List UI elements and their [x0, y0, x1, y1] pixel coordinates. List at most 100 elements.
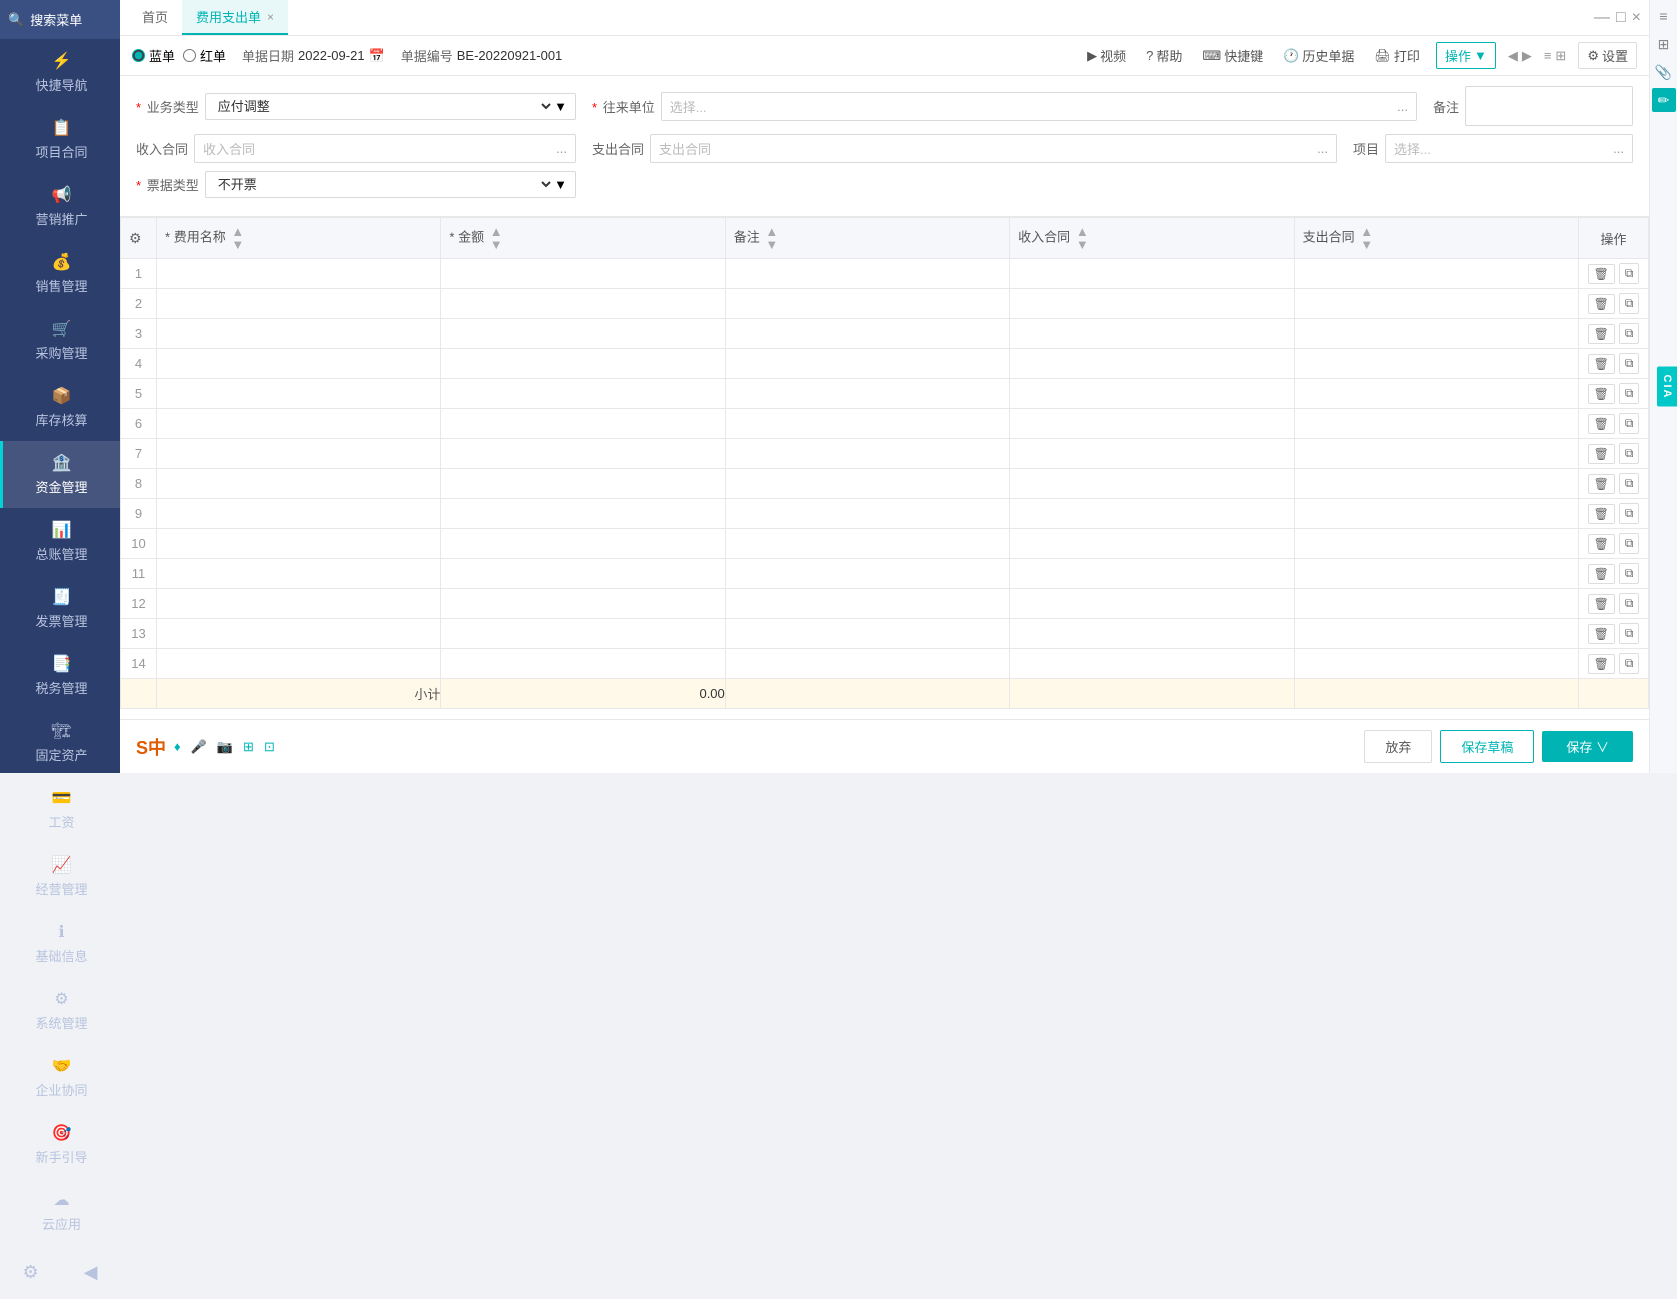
income-contract-input[interactable]	[1010, 559, 1293, 588]
sidebar-item-salary[interactable]: 💳 工资	[0, 776, 120, 843]
sidebar-item-invoice[interactable]: 🧾 发票管理	[0, 575, 120, 642]
expense-contract-input[interactable]	[1295, 649, 1578, 678]
copy-row-btn[interactable]: ⧉	[1619, 533, 1640, 554]
cell-note[interactable]	[725, 409, 1009, 439]
delete-row-btn[interactable]: 🗑	[1588, 384, 1615, 404]
cell-expense-name[interactable]	[157, 529, 441, 559]
expense-name-input[interactable]	[157, 589, 440, 618]
expense-contract-input[interactable]	[1295, 259, 1578, 288]
note-input[interactable]	[1465, 86, 1633, 126]
income-contract-input[interactable]	[1010, 259, 1293, 288]
cell-amount[interactable]	[441, 499, 725, 529]
cell-expense-name[interactable]	[157, 319, 441, 349]
delete-row-btn[interactable]: 🗑	[1588, 504, 1615, 524]
cell-amount[interactable]	[441, 289, 725, 319]
amount-input[interactable]	[441, 469, 724, 498]
sidebar-item-purchase[interactable]: 🛒 采购管理	[0, 307, 120, 374]
cia-badge[interactable]: CIA	[1657, 366, 1677, 407]
set-button[interactable]: ⚙ 设置	[1578, 42, 1637, 69]
sidebar-item-ops-mgmt[interactable]: 📈 经营管理	[0, 843, 120, 910]
table-settings-icon[interactable]: ⚙	[129, 230, 142, 246]
income-contract-input[interactable]	[1010, 649, 1293, 678]
note-input[interactable]	[726, 619, 1009, 648]
nav-left-btn[interactable]: ◀	[1508, 48, 1518, 64]
cell-amount[interactable]	[441, 349, 725, 379]
cell-income-contract[interactable]	[1010, 259, 1294, 289]
cell-income-contract[interactable]	[1010, 319, 1294, 349]
cell-note[interactable]	[725, 349, 1009, 379]
income-contract-input[interactable]	[1010, 379, 1293, 408]
tab-close-btn[interactable]: ×	[267, 10, 274, 24]
delete-row-btn[interactable]: 🗑	[1588, 324, 1615, 344]
income-contract-input[interactable]	[1010, 439, 1293, 468]
save-draft-button[interactable]: 保存草稿	[1440, 730, 1534, 763]
copy-row-btn[interactable]: ⧉	[1619, 503, 1640, 524]
right-panel-icon-4[interactable]: ✏	[1652, 88, 1676, 112]
cell-expense-name[interactable]	[157, 439, 441, 469]
cell-note[interactable]	[725, 289, 1009, 319]
expense-contract-input[interactable]	[1295, 409, 1578, 438]
cell-amount[interactable]	[441, 409, 725, 439]
cell-note[interactable]	[725, 559, 1009, 589]
expense-name-input[interactable]	[157, 319, 440, 348]
cell-amount[interactable]	[441, 259, 725, 289]
delete-row-btn[interactable]: 🗑	[1588, 474, 1615, 494]
cell-note[interactable]	[725, 589, 1009, 619]
right-panel-icon-1[interactable]: ≡	[1652, 4, 1676, 28]
cell-note[interactable]	[725, 529, 1009, 559]
cell-expense-contract[interactable]	[1294, 529, 1578, 559]
delete-row-btn[interactable]: 🗑	[1588, 594, 1615, 614]
expense-contract-input[interactable]	[1295, 619, 1578, 648]
expense-name-input[interactable]	[157, 619, 440, 648]
expense-name-input[interactable]	[157, 259, 440, 288]
note-input[interactable]	[726, 379, 1009, 408]
copy-row-btn[interactable]: ⧉	[1619, 353, 1640, 374]
video-btn[interactable]: ▶ 视频	[1083, 44, 1130, 67]
cell-expense-name[interactable]	[157, 259, 441, 289]
sidebar-item-sys-mgmt[interactable]: ⚙ 系统管理	[0, 977, 120, 1044]
income-contract-input[interactable]	[1010, 499, 1293, 528]
sidebar-item-accounting[interactable]: 📊 总账管理	[0, 508, 120, 575]
cell-amount[interactable]	[441, 559, 725, 589]
note-input[interactable]	[726, 499, 1009, 528]
cell-income-contract[interactable]	[1010, 349, 1294, 379]
expense-name-input[interactable]	[157, 469, 440, 498]
tab-home[interactable]: 首页	[128, 0, 182, 35]
view-list-btn[interactable]: ≡	[1544, 48, 1552, 64]
amount-input[interactable]	[441, 379, 724, 408]
cell-income-contract[interactable]	[1010, 439, 1294, 469]
amount-input[interactable]	[441, 649, 724, 678]
expense-contract-input[interactable]	[1295, 379, 1578, 408]
cell-expense-name[interactable]	[157, 649, 441, 679]
settings-bottom-btn[interactable]: ⚙	[13, 1252, 49, 1293]
delete-row-btn[interactable]: 🗑	[1588, 564, 1615, 584]
copy-row-btn[interactable]: ⧉	[1619, 263, 1640, 284]
copy-row-btn[interactable]: ⧉	[1619, 383, 1640, 404]
cell-expense-name[interactable]	[157, 499, 441, 529]
col-settings[interactable]: ⚙	[121, 218, 157, 259]
cell-note[interactable]	[725, 439, 1009, 469]
grid-icon[interactable]: ⊡	[264, 739, 275, 755]
cell-note[interactable]	[725, 259, 1009, 289]
cell-amount[interactable]	[441, 529, 725, 559]
expense-name-input[interactable]	[157, 349, 440, 378]
expense-contract-input[interactable]	[1295, 349, 1578, 378]
expense-name-input[interactable]	[157, 529, 440, 558]
expense-name-input[interactable]	[157, 379, 440, 408]
income-contract-input[interactable]	[1010, 289, 1293, 318]
delete-row-btn[interactable]: 🗑	[1588, 654, 1615, 674]
amount-input[interactable]	[441, 259, 724, 288]
cell-amount[interactable]	[441, 589, 725, 619]
cell-expense-contract[interactable]	[1294, 259, 1578, 289]
cell-expense-contract[interactable]	[1294, 319, 1578, 349]
sidebar-item-tax[interactable]: 📑 税务管理	[0, 642, 120, 709]
cell-expense-contract[interactable]	[1294, 499, 1578, 529]
payee-input[interactable]: 选择... ...	[661, 92, 1417, 121]
cell-income-contract[interactable]	[1010, 619, 1294, 649]
sidebar-item-enterprise[interactable]: 🤝 企业协同	[0, 1044, 120, 1111]
income-contract-input[interactable]	[1010, 319, 1293, 348]
cell-expense-contract[interactable]	[1294, 619, 1578, 649]
expense-name-input[interactable]	[157, 649, 440, 678]
copy-icon[interactable]: ⊞	[243, 739, 254, 755]
discard-button[interactable]: 放弃	[1364, 730, 1432, 763]
